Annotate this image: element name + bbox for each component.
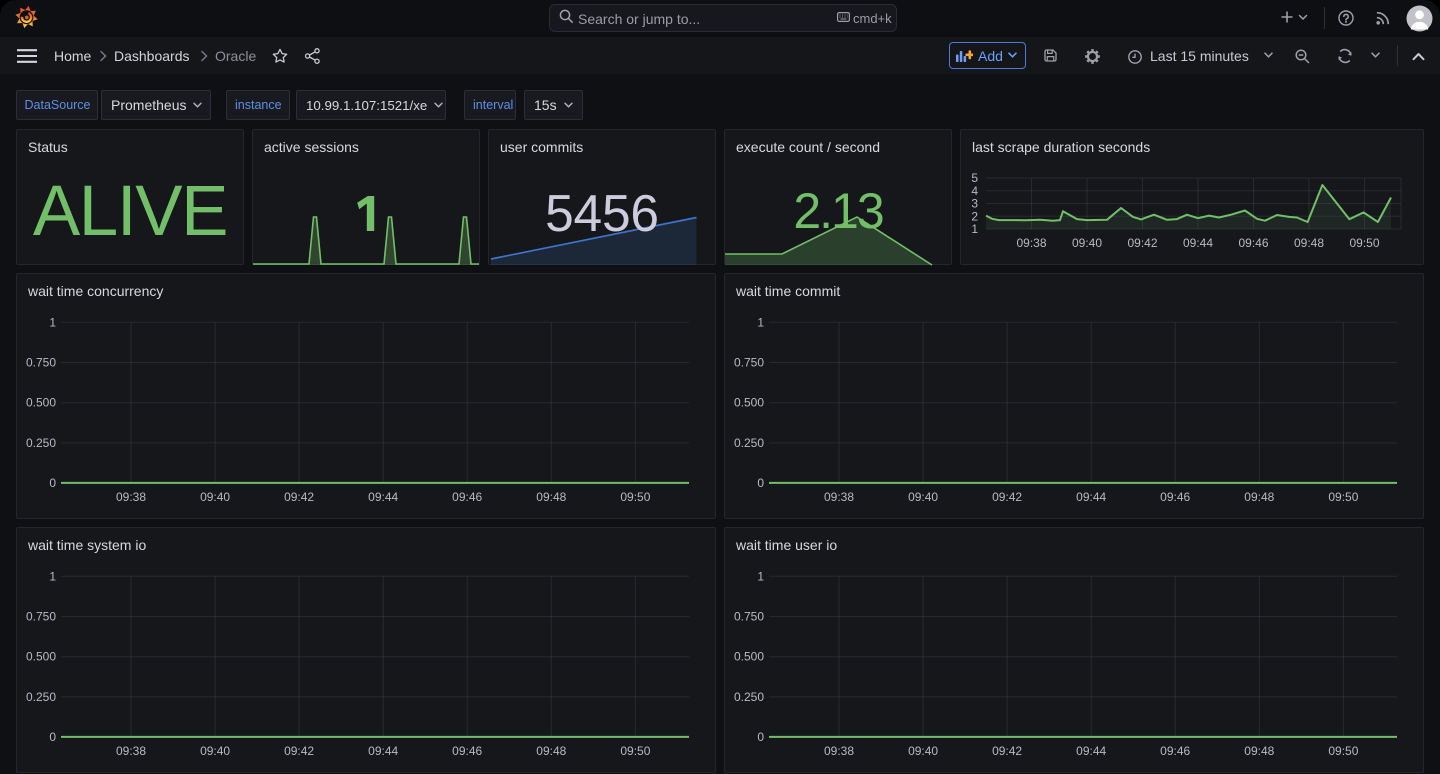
svg-text:0.500: 0.500 [734,650,764,664]
svg-text:09:46: 09:46 [452,490,482,504]
svg-text:09:48: 09:48 [536,490,566,504]
svg-text:0.750: 0.750 [26,356,56,370]
svg-text:09:38: 09:38 [116,744,146,758]
svg-text:09:50: 09:50 [1349,236,1379,250]
svg-text:09:50: 09:50 [1328,490,1358,504]
svg-text:1: 1 [757,315,764,329]
svg-text:09:42: 09:42 [992,490,1022,504]
svg-text:1: 1 [49,315,56,329]
svg-text:0: 0 [757,730,764,744]
svg-text:09:38: 09:38 [116,490,146,504]
svg-text:0: 0 [757,476,764,490]
svg-text:0.750: 0.750 [26,610,56,624]
svg-text:09:40: 09:40 [200,744,230,758]
svg-text:09:50: 09:50 [620,744,650,758]
svg-text:09:38: 09:38 [1016,236,1046,250]
svg-text:0: 0 [49,730,56,744]
svg-text:09:44: 09:44 [1183,236,1213,250]
svg-text:0.750: 0.750 [734,610,764,624]
svg-text:0.250: 0.250 [734,436,764,450]
svg-text:09:44: 09:44 [368,490,398,504]
svg-text:09:48: 09:48 [1294,236,1324,250]
svg-text:09:40: 09:40 [908,744,938,758]
svg-text:09:42: 09:42 [284,490,314,504]
svg-text:1: 1 [971,222,978,236]
svg-text:0.500: 0.500 [734,396,764,410]
svg-text:0.250: 0.250 [26,690,56,704]
svg-text:09:44: 09:44 [368,744,398,758]
svg-text:09:48: 09:48 [1244,744,1274,758]
svg-text:09:40: 09:40 [908,490,938,504]
svg-text:09:48: 09:48 [536,744,566,758]
svg-text:1: 1 [757,569,764,583]
svg-text:09:50: 09:50 [1328,744,1358,758]
svg-text:09:46: 09:46 [452,744,482,758]
svg-text:0.250: 0.250 [734,690,764,704]
svg-text:09:46: 09:46 [1160,490,1190,504]
svg-text:09:42: 09:42 [1127,236,1157,250]
svg-text:1: 1 [49,569,56,583]
svg-text:09:42: 09:42 [284,744,314,758]
svg-text:09:44: 09:44 [1076,744,1106,758]
svg-text:09:50: 09:50 [620,490,650,504]
svg-text:09:46: 09:46 [1160,744,1190,758]
svg-text:09:44: 09:44 [1076,490,1106,504]
svg-text:09:48: 09:48 [1244,490,1274,504]
svg-text:09:38: 09:38 [824,744,854,758]
svg-text:09:40: 09:40 [1072,236,1102,250]
svg-text:0.250: 0.250 [26,436,56,450]
svg-text:0.500: 0.500 [26,650,56,664]
svg-text:09:38: 09:38 [824,490,854,504]
svg-text:0.750: 0.750 [734,356,764,370]
svg-text:0: 0 [49,476,56,490]
svg-text:09:42: 09:42 [992,744,1022,758]
svg-text:0.500: 0.500 [26,396,56,410]
svg-text:09:46: 09:46 [1238,236,1268,250]
svg-text:09:40: 09:40 [200,490,230,504]
